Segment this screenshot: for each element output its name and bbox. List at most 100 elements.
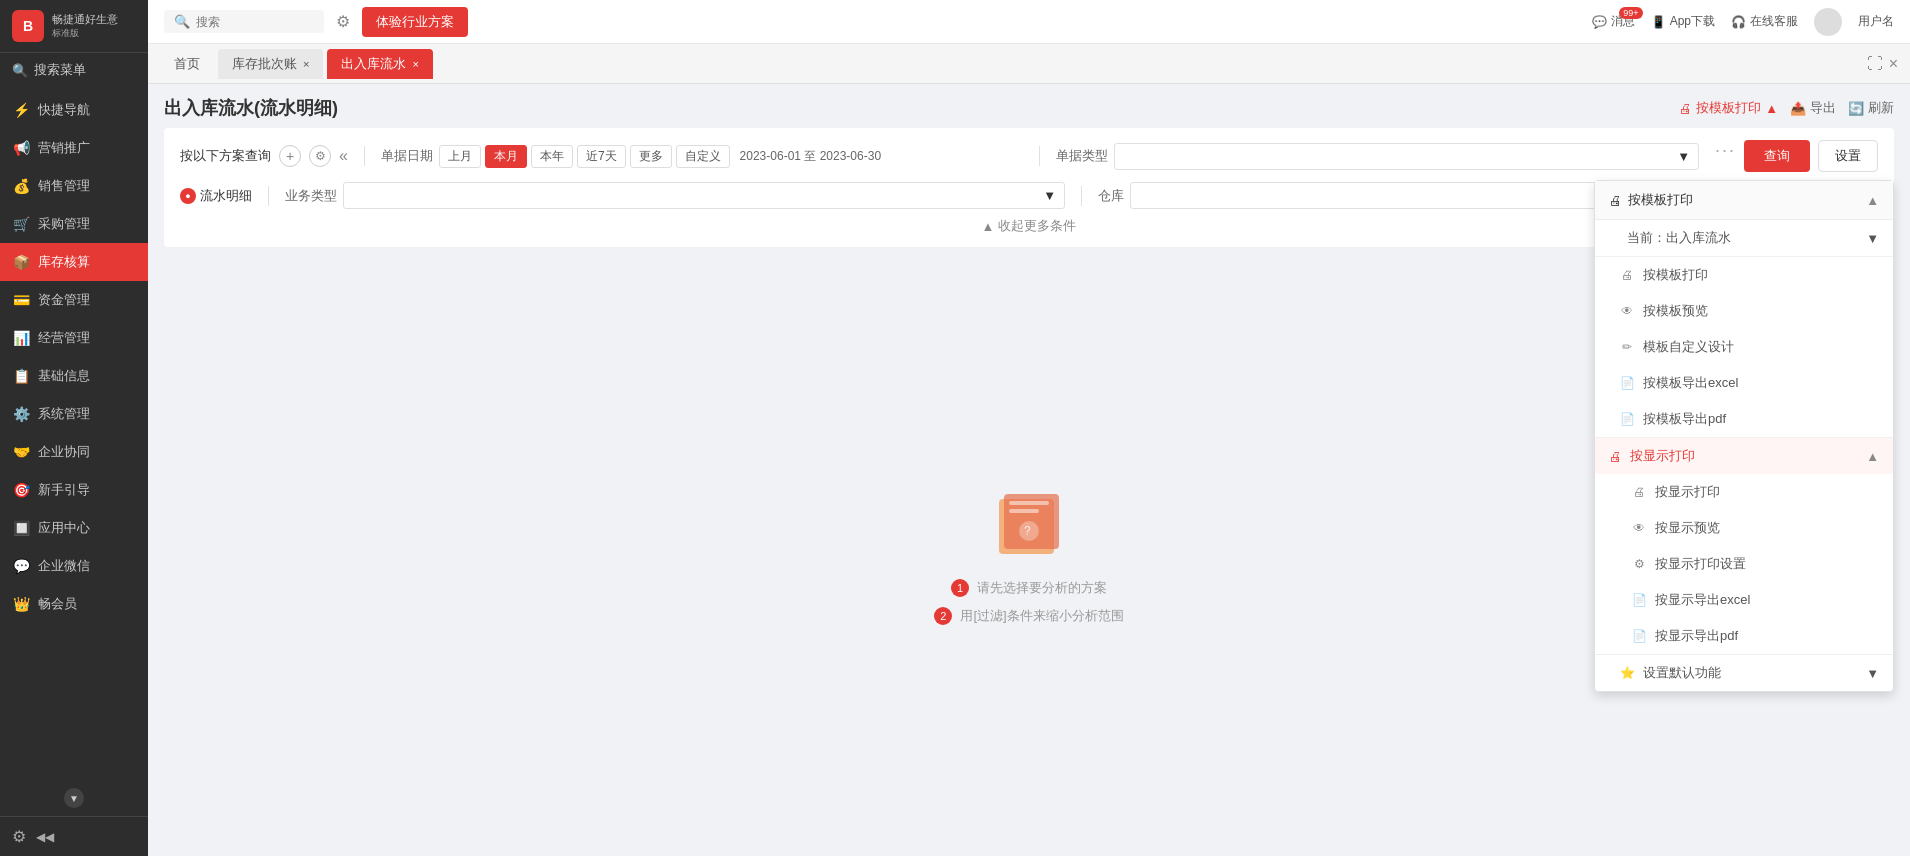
app-edition: 标准版 xyxy=(52,27,118,40)
topbar-search-input[interactable] xyxy=(196,15,314,29)
topbar-gear-icon[interactable]: ⚙ xyxy=(336,12,350,31)
customer-service-label: 在线客服 xyxy=(1750,13,1798,30)
sidebar-item-beginner[interactable]: 🎯 新手引导 xyxy=(0,471,148,509)
query-btn[interactable]: 查询 xyxy=(1744,140,1810,172)
filter-divider-1 xyxy=(364,146,365,166)
svg-rect-3 xyxy=(1009,509,1039,513)
date-btn-this-year[interactable]: 本年 xyxy=(531,145,573,168)
dropdown-chevron-up[interactable]: ▲ xyxy=(1866,193,1879,208)
current-chevron: ▼ xyxy=(1866,231,1879,246)
topbar: 🔍 ⚙ 体验行业方案 💬 消息 99+ 📱 App下载 🎧 在线客服 用户名 xyxy=(148,0,1910,44)
app-name: 畅捷通好生意 xyxy=(52,12,118,26)
tab-maximize-btn[interactable]: ⛶ xyxy=(1867,55,1883,73)
trial-btn[interactable]: 体验行业方案 xyxy=(362,7,468,37)
tab-close-btn[interactable]: × xyxy=(1889,55,1898,73)
sidebar-item-basic[interactable]: 📋 基础信息 xyxy=(0,357,148,395)
page-header: 出入库流水(流水明细) 🖨 按模板打印 ▲ 📤 导出 🔄 刷新 xyxy=(148,84,1910,128)
sidebar-item-inventory[interactable]: 📦 库存核算 xyxy=(0,243,148,281)
dropdown-item-template-custom[interactable]: ✏ 模板自定义设计 xyxy=(1595,329,1893,365)
tab-batch-account[interactable]: 库存批次账 × xyxy=(218,49,323,79)
sidebar-item-purchase[interactable]: 🛒 采购管理 xyxy=(0,205,148,243)
tab-home[interactable]: 首页 xyxy=(160,49,214,79)
export-btn[interactable]: 📤 导出 xyxy=(1790,99,1836,117)
filter-setting-button[interactable]: ⚙ xyxy=(309,145,331,167)
dropdown-item-display-print-settings[interactable]: ⚙ 按显示打印设置 xyxy=(1595,546,1893,582)
sidebar-item-finance[interactable]: 💳 资金管理 xyxy=(0,281,148,319)
filter-query-label: 按以下方案查询 + ⚙ « xyxy=(180,145,348,167)
dropdown-item-preview-icon: 👁 xyxy=(1619,304,1635,318)
topbar-search-icon: 🔍 xyxy=(174,14,190,29)
date-btn-last-month[interactable]: 上月 xyxy=(439,145,481,168)
dropdown-item-label: 按显示预览 xyxy=(1655,519,1720,537)
dropdown-item-display-excel[interactable]: 📄 按显示导出excel xyxy=(1595,582,1893,618)
more-options-icon[interactable]: ··· xyxy=(1715,140,1736,172)
dropdown-item-display-print[interactable]: 🖨 按显示打印 xyxy=(1595,474,1893,510)
app-name-container: 畅捷通好生意 标准版 xyxy=(52,12,118,39)
sidebar-item-wechat[interactable]: 💬 企业微信 xyxy=(0,547,148,585)
dropdown-item-display-printer-icon: 🖨 xyxy=(1631,485,1647,499)
basic-icon: 📋 xyxy=(12,368,30,384)
sidebar-item-marketing[interactable]: 📢 营销推广 xyxy=(0,129,148,167)
sidebar-search-label: 搜索菜单 xyxy=(34,61,86,79)
message-action[interactable]: 💬 消息 99+ xyxy=(1592,13,1635,30)
marketing-icon: 📢 xyxy=(12,140,30,156)
dropdown-item-template-excel[interactable]: 📄 按模板导出excel xyxy=(1595,365,1893,401)
filter-add-button[interactable]: + xyxy=(279,145,301,167)
dropdown-header: 🖨 按模板打印 ▲ xyxy=(1595,181,1893,220)
sidebar-item-vip[interactable]: 👑 畅会员 xyxy=(0,585,148,623)
filter-row-1: 按以下方案查询 + ⚙ « 单据日期 上月 本月 本年 近7天 更多 自定义 xyxy=(180,140,1878,172)
svg-rect-2 xyxy=(1009,501,1049,505)
dropdown-item-label: 按显示打印 xyxy=(1655,483,1720,501)
tab-flow[interactable]: 出入库流水 × xyxy=(327,49,432,79)
filter-row2-divider2 xyxy=(1081,186,1082,206)
dropdown-item-label: 按模板预览 xyxy=(1643,302,1708,320)
sidebar-search-item[interactable]: 🔍 搜索菜单 xyxy=(0,53,148,87)
dropdown-item-display-preview[interactable]: 👁 按显示预览 xyxy=(1595,510,1893,546)
dropdown-section-display-print[interactable]: 🖨 按显示打印 ▲ xyxy=(1595,438,1893,474)
dropdown-item-label: 按模板导出excel xyxy=(1643,374,1738,392)
dropdown-item-template-pdf[interactable]: 📄 按模板导出pdf xyxy=(1595,401,1893,437)
date-btn-this-month[interactable]: 本月 xyxy=(485,145,527,168)
sidebar-item-label: 企业微信 xyxy=(38,557,90,575)
dropdown-item-label: 按显示导出pdf xyxy=(1655,627,1738,645)
date-btn-custom[interactable]: 自定义 xyxy=(676,145,730,168)
doc-type-select[interactable]: ▼ xyxy=(1114,143,1699,170)
quick-nav-icon: ⚡ xyxy=(12,102,30,118)
sidebar-item-operations[interactable]: 📊 经营管理 xyxy=(0,319,148,357)
printer-icon: 🖨 xyxy=(1679,101,1692,116)
customer-service-action[interactable]: 🎧 在线客服 xyxy=(1731,13,1798,30)
refresh-icon: 🔄 xyxy=(1848,101,1864,116)
app-download-action[interactable]: 📱 App下载 xyxy=(1651,13,1715,30)
user-avatar[interactable] xyxy=(1814,8,1842,36)
sidebar-item-app-center[interactable]: 🔲 应用中心 xyxy=(0,509,148,547)
sidebar-item-system[interactable]: ⚙️ 系统管理 xyxy=(0,395,148,433)
filter-divider-2 xyxy=(1039,146,1040,166)
dropdown-item-display-pdf[interactable]: 📄 按显示导出pdf xyxy=(1595,618,1893,654)
dropdown-item-template-preview[interactable]: 👁 按模板预览 xyxy=(1595,293,1893,329)
sidebar-item-sales[interactable]: 💰 销售管理 xyxy=(0,167,148,205)
refresh-btn[interactable]: 🔄 刷新 xyxy=(1848,99,1894,117)
date-filter-label: 单据日期 xyxy=(381,147,433,165)
dropdown-item-custom-icon: ✏ xyxy=(1619,340,1635,354)
settings-icon[interactable]: ⚙ xyxy=(12,827,26,846)
template-print-btn[interactable]: 🖨 按模板打印 ▲ xyxy=(1679,99,1778,117)
dropdown-item-set-default[interactable]: ⭐ 设置默认功能 ▼ xyxy=(1595,655,1893,691)
sidebar-scroll-down[interactable]: ▼ xyxy=(64,788,84,808)
tab-batch-account-close[interactable]: × xyxy=(303,58,309,70)
section-expand-icon[interactable]: ▲ xyxy=(1866,449,1879,464)
sidebar-item-quick-nav[interactable]: ⚡ 快捷导航 xyxy=(0,91,148,129)
dropdown-item-template-print[interactable]: 🖨 按模板打印 xyxy=(1595,257,1893,293)
app-download-icon: 📱 xyxy=(1651,15,1666,29)
filter-type-icon: ● xyxy=(180,188,196,204)
date-btn-7days[interactable]: 近7天 xyxy=(577,145,626,168)
date-btn-more[interactable]: 更多 xyxy=(630,145,672,168)
empty-step-1: 1 请先选择要分析的方案 xyxy=(951,579,1107,597)
biz-type-select[interactable]: ▼ xyxy=(343,182,1065,209)
filter-collapse-button[interactable]: « xyxy=(339,147,348,165)
tab-flow-close[interactable]: × xyxy=(412,58,418,70)
app-logo-icon: B xyxy=(12,10,44,42)
topbar-search-box[interactable]: 🔍 xyxy=(164,10,324,33)
sidebar-item-cooperation[interactable]: 🤝 企业协同 xyxy=(0,433,148,471)
settings-btn[interactable]: 设置 xyxy=(1818,140,1878,172)
collapse-sidebar-icon[interactable]: ◀◀ xyxy=(36,830,54,844)
